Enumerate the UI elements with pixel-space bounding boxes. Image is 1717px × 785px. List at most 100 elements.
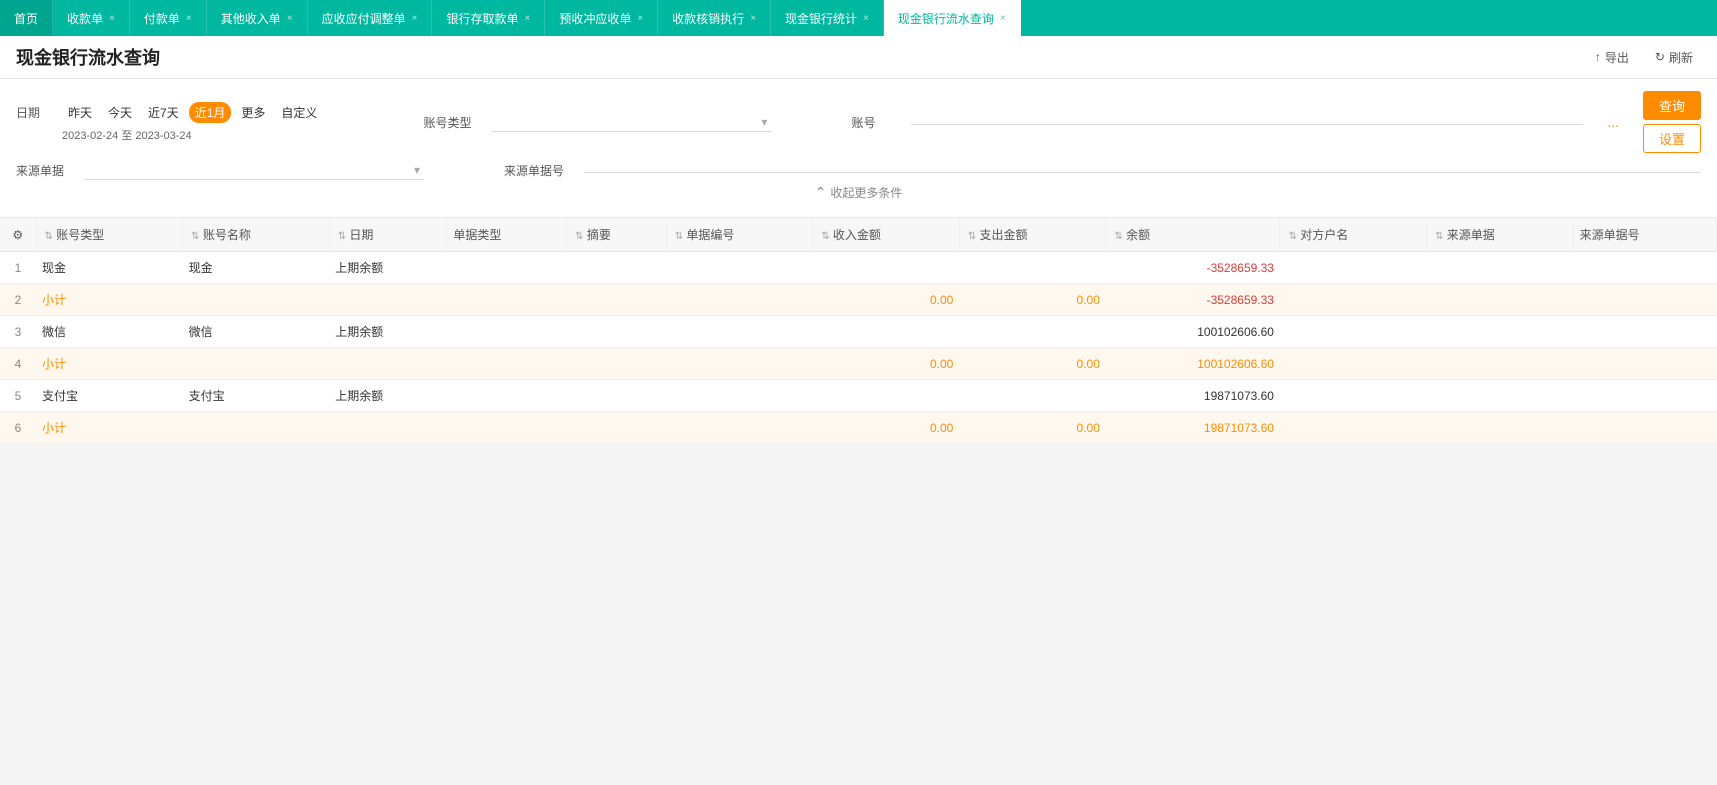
export-label: 导出 (1605, 49, 1629, 66)
source-doc-label: 来源单据 (16, 162, 64, 179)
nav-home[interactable]: 首页 (0, 0, 53, 36)
refresh-button[interactable]: ↻ 刷新 (1647, 45, 1701, 70)
table-wrapper: ⚙ ⇅ 账号类型 ⇅ 账号名称 ⇅ 日期 单据类型 ⇅ 摘要 (0, 218, 1717, 444)
cell-doc-type (447, 348, 567, 380)
nav-prepay-offset-close[interactable]: × (637, 13, 643, 24)
nav-other-income[interactable]: 其他收入单 × (207, 0, 308, 36)
gear-icon: ⚙ (12, 228, 23, 242)
date-custom[interactable]: 自定义 (275, 102, 323, 123)
account-input[interactable] (911, 120, 1583, 125)
nav-other-income-close[interactable]: × (287, 13, 293, 24)
source-doc-select[interactable]: ▾ (84, 161, 424, 180)
nav-prepay-offset[interactable]: 预收冲应收单 × (545, 0, 658, 36)
nav-ar-ap-adjust[interactable]: 应收应付调整单 × (308, 0, 433, 36)
cell-source-doc-no (1573, 412, 1716, 444)
cell-counterpart (1280, 348, 1427, 380)
settings-button[interactable]: 设置 (1643, 124, 1701, 153)
nav-cash-bank-stat[interactable]: 现金银行统计 × (771, 0, 884, 36)
collapse-bar[interactable]: ⌃ 收起更多条件 (16, 180, 1701, 205)
nav-receipt-close[interactable]: × (109, 13, 115, 24)
nav-bank-deposit-label: 银行存取款单 (446, 10, 518, 27)
cell-date: 上期余额 (329, 252, 447, 284)
nav-cash-bank-stat-close[interactable]: × (863, 13, 869, 24)
cell-account-name: 现金 (183, 252, 330, 284)
th-gear[interactable]: ⚙ (0, 218, 36, 252)
collapse-up-icon: ⌃ (815, 184, 827, 201)
cell-summary (567, 252, 667, 284)
th-income[interactable]: ⇅ 收入金额 (813, 218, 960, 252)
cell-account-name (183, 284, 330, 316)
nav-payment-close[interactable]: × (186, 13, 192, 24)
th-doc-type[interactable]: 单据类型 (447, 218, 567, 252)
cell-counterpart (1280, 252, 1427, 284)
sort-icon: ⇅ (45, 231, 53, 242)
export-button[interactable]: ↑ 导出 (1587, 45, 1637, 70)
top-nav: 首页 收款单 × 付款单 × 其他收入单 × 应收应付调整单 × 银行存取款单 … (0, 0, 1717, 36)
account-type-label: 账号类型 (423, 114, 471, 131)
nav-cash-bank-flow-label: 现金银行流水查询 (898, 10, 994, 27)
nav-other-income-label: 其他收入单 (221, 10, 281, 27)
nav-bank-deposit-close[interactable]: × (524, 13, 530, 24)
nav-bank-deposit[interactable]: 银行存取款单 × (432, 0, 545, 36)
cell-date (329, 412, 447, 444)
th-summary[interactable]: ⇅ 摘要 (567, 218, 667, 252)
cell-income (813, 380, 960, 412)
table-body: 1现金现金上期余额-3528659.332小计0.000.00-3528659.… (0, 252, 1717, 444)
cell-balance: -3528659.33 (1106, 284, 1280, 316)
table-row: 3微信微信上期余额100102606.60 (0, 316, 1717, 348)
cell-doc-no (666, 284, 813, 316)
nav-ar-ap-adjust-close[interactable]: × (412, 13, 418, 24)
th-expense[interactable]: ⇅ 支出金额 (959, 218, 1106, 252)
cell-counterpart (1280, 412, 1427, 444)
account-ellipsis[interactable]: ... (1603, 110, 1623, 134)
th-doc-no[interactable]: ⇅ 单据编号 (666, 218, 813, 252)
cell-counterpart (1280, 316, 1427, 348)
cell-source-doc (1427, 412, 1574, 444)
date-yesterday[interactable]: 昨天 (62, 102, 98, 123)
date-more[interactable]: 更多 (235, 102, 271, 123)
th-balance[interactable]: ⇅ 余额 (1106, 218, 1280, 252)
collapse-label: 收起更多条件 (830, 184, 902, 201)
th-account-name[interactable]: ⇅ 账号名称 (183, 218, 330, 252)
cell-counterpart (1280, 380, 1427, 412)
table-row: 5支付宝支付宝上期余额19871073.60 (0, 380, 1717, 412)
cell-balance: 100102606.60 (1106, 316, 1280, 348)
cell-expense (959, 252, 1106, 284)
nav-payment[interactable]: 付款单 × (130, 0, 207, 36)
account-type-select[interactable]: ▾ (491, 113, 771, 132)
nav-receipt-verify[interactable]: 收款核销执行 × (658, 0, 771, 36)
cell-counterpart (1280, 284, 1427, 316)
row-number: 1 (0, 252, 36, 284)
cell-income: 0.00 (813, 348, 960, 380)
cell-income (813, 252, 960, 284)
nav-cash-bank-flow-close[interactable]: × (1000, 13, 1006, 24)
cell-source-doc (1427, 380, 1574, 412)
table-row: 4小计0.000.00100102606.60 (0, 348, 1717, 380)
th-source-doc-no[interactable]: 来源单据号 (1573, 218, 1716, 252)
nav-receipt[interactable]: 收款单 × (53, 0, 130, 36)
row-number: 5 (0, 380, 36, 412)
date-1month[interactable]: 近1月 (189, 102, 232, 123)
cell-date (329, 348, 447, 380)
th-date[interactable]: ⇅ 日期 (329, 218, 447, 252)
date-7days[interactable]: 近7天 (142, 102, 185, 123)
nav-cash-bank-flow[interactable]: 现金银行流水查询 × (884, 0, 1021, 36)
nav-ar-ap-adjust-label: 应收应付调整单 (322, 10, 406, 27)
date-today[interactable]: 今天 (102, 102, 138, 123)
nav-cash-bank-stat-label: 现金银行统计 (785, 10, 857, 27)
cell-income (813, 316, 960, 348)
query-button[interactable]: 查询 (1643, 91, 1701, 120)
row-number: 2 (0, 284, 36, 316)
th-account-type[interactable]: ⇅ 账号类型 (36, 218, 183, 252)
cell-balance: 19871073.60 (1106, 380, 1280, 412)
sort-icon-2: ⇅ (191, 231, 199, 242)
date-buttons: 昨天 今天 近7天 近1月 更多 自定义 (62, 102, 323, 123)
cell-income: 0.00 (813, 284, 960, 316)
th-counterpart[interactable]: ⇅ 对方户名 (1280, 218, 1427, 252)
sort-icon-7: ⇅ (968, 231, 976, 242)
source-doc-no-input[interactable] (584, 168, 1701, 173)
nav-receipt-verify-close[interactable]: × (750, 13, 756, 24)
cell-doc-type (447, 284, 567, 316)
main-table: ⚙ ⇅ 账号类型 ⇅ 账号名称 ⇅ 日期 单据类型 ⇅ 摘要 (0, 218, 1717, 444)
th-source-doc[interactable]: ⇅ 来源单据 (1427, 218, 1574, 252)
